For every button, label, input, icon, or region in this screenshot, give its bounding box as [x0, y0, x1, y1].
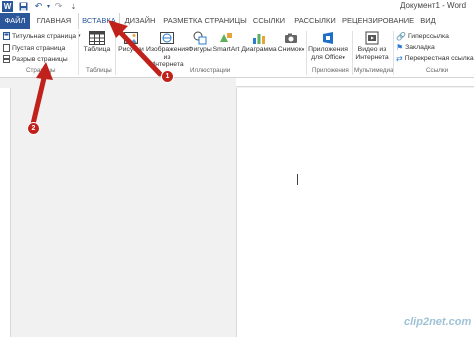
- annotation-arrows: [30, 20, 163, 127]
- arrow-1-line: [117, 29, 163, 77]
- watermark: clip2net.com: [404, 316, 472, 328]
- annotation-badge-2: 2: [27, 122, 40, 135]
- arrow-2-head: [36, 62, 53, 80]
- annotation-badge-1: 1: [161, 70, 174, 83]
- arrow-2-line: [30, 75, 47, 127]
